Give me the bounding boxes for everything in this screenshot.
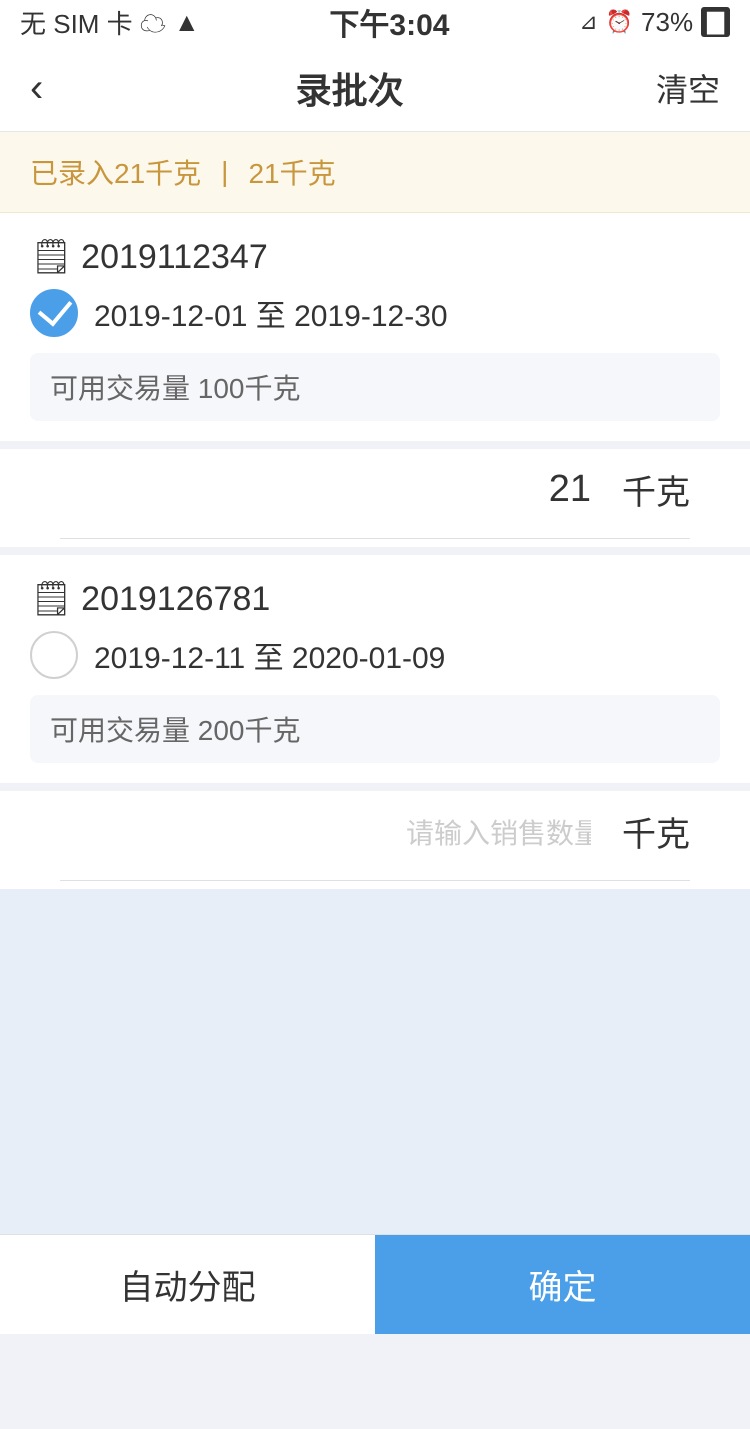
summary-divider: |	[221, 156, 228, 188]
recorded-label: 已录入21千克	[30, 152, 201, 192]
wifi-icon: ▲	[174, 7, 200, 38]
qty-input-2[interactable]	[406, 810, 606, 853]
page-title: 录批次	[296, 62, 404, 114]
batch-input-row-2: 千克	[0, 791, 750, 889]
input-area-1: 千克	[30, 449, 720, 538]
no-sim-label: 无 SIM 卡 ☁	[20, 4, 166, 41]
batch-radio-1[interactable]	[30, 289, 78, 337]
batch-header-1: 🗒 2019112347	[30, 237, 720, 277]
batch-qty-1: 可用交易量 100千克	[30, 353, 720, 421]
batch-date-2: 2019-12-11 至 2020-01-09	[94, 633, 445, 677]
summary-bar: 已录入21千克 | 21千克	[0, 132, 750, 213]
batch-doc-icon-2: 🗒	[30, 579, 73, 619]
batch-qty-2: 可用交易量 200千克	[30, 695, 720, 763]
confirm-button[interactable]: 确定	[375, 1235, 750, 1334]
clear-button[interactable]: 清空	[656, 65, 720, 111]
input-area-2: 千克	[30, 791, 720, 880]
batch-radio-2[interactable]	[30, 631, 78, 679]
total-amount: 21千克	[248, 152, 335, 192]
batch-header-2: 🗒 2019126781	[30, 579, 720, 619]
status-bar-time: 下午3:04	[329, 0, 449, 44]
batch-id-2: 2019126781	[81, 580, 270, 619]
status-bar-left: 无 SIM 卡 ☁ ▲	[20, 4, 200, 41]
back-button[interactable]: ‹	[30, 68, 43, 108]
batch-input-row-1: 千克	[0, 449, 750, 547]
section-divider	[0, 547, 750, 555]
batch-date-row-1[interactable]: 2019-12-01 至 2019-12-30	[30, 289, 720, 337]
status-bar: 无 SIM 卡 ☁ ▲ 下午3:04 ⊿ ⏰ 73% ▇	[0, 0, 750, 44]
auto-assign-button[interactable]: 自动分配	[0, 1235, 375, 1334]
location-icon: ⊿	[579, 9, 597, 35]
status-bar-right: ⊿ ⏰ 73% ▇	[579, 7, 730, 38]
unit-label-2: 千克	[622, 807, 690, 856]
bottom-spacer	[0, 1329, 750, 1429]
batch-date-1: 2019-12-01 至 2019-12-30	[94, 291, 448, 335]
battery-label: 73%	[641, 7, 693, 38]
unit-label-1: 千克	[622, 465, 690, 514]
batch-date-row-2[interactable]: 2019-12-11 至 2020-01-09	[30, 631, 720, 679]
qty-input-1[interactable]	[406, 468, 606, 511]
alarm-icon: ⏰	[606, 9, 633, 35]
batch-item-1: 🗒 2019112347 2019-12-01 至 2019-12-30 可用交…	[0, 213, 750, 449]
battery-icon: ▇	[701, 7, 730, 37]
bottom-bar: 自动分配 确定	[0, 1234, 750, 1334]
nav-bar: ‹ 录批次 清空	[0, 44, 750, 132]
batch-item-2: 🗒 2019126781 2019-12-11 至 2020-01-09 可用交…	[0, 555, 750, 791]
batch-doc-icon-1: 🗒	[30, 237, 73, 277]
batch-id-1: 2019112347	[81, 238, 268, 277]
